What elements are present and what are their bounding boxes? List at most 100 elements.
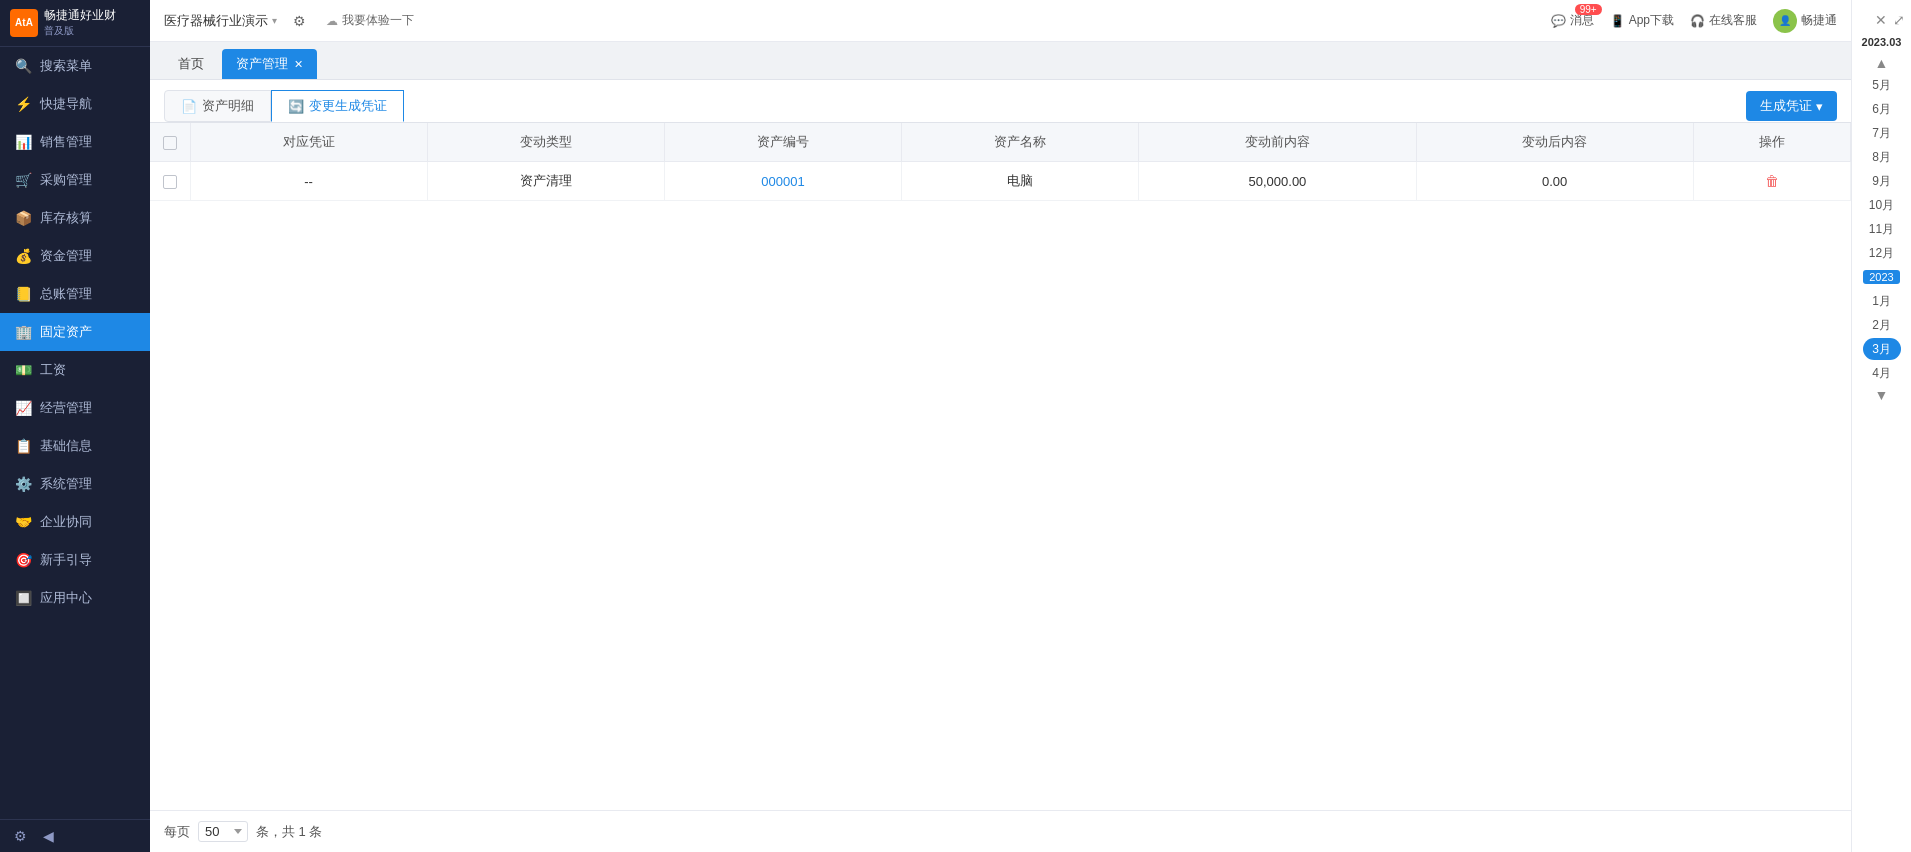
capital-icon: 💰 — [14, 248, 32, 264]
collapse-icon[interactable]: ◀ — [43, 828, 54, 844]
sidebar-item-capital[interactable]: 💰 资金管理 — [0, 237, 150, 275]
document-icon: 📄 — [181, 99, 197, 114]
inner-tab-asset-detail[interactable]: 📄 资产明细 — [164, 90, 271, 122]
month-item[interactable]: 6月 — [1863, 98, 1901, 120]
settings-gear-icon[interactable]: ⚙ — [293, 13, 306, 29]
experience-btn[interactable]: ☁ 我要体验一下 — [326, 12, 414, 29]
sidebar-item-label: 资金管理 — [40, 247, 92, 265]
sidebar-item-label: 固定资产 — [40, 323, 92, 341]
ledger-icon: 📒 — [14, 286, 32, 302]
sidebar-nav: 🔍搜索菜单⚡快捷导航 📊 销售管理 🛒 采购管理 📦库存核算 💰 资金管理 📒 总账管理 🏢固定资产… — [0, 47, 150, 819]
inner-tab-asset-detail-label: 资产明细 — [202, 97, 254, 115]
per-page-select[interactable]: 10 20 50 100 — [198, 821, 248, 842]
main-area: 医疗器械行业演示 ▾ ⚙ ☁ 我要体验一下 💬 消息 99+ 📱 App下载 🎧… — [150, 0, 1851, 852]
sidebar-logo: AtA 畅捷通好业财 普及版 — [0, 0, 150, 47]
sidebar-item-label: 工资 — [40, 361, 66, 379]
sidebar-item-ledger[interactable]: 📒 总账管理 — [0, 275, 150, 313]
month-item[interactable]: 10月 — [1863, 194, 1901, 216]
messages-badge: 99+ — [1575, 4, 1602, 15]
sidebar-item-payroll[interactable]: 💵工资 — [0, 351, 150, 389]
tab-close-icon[interactable]: ✕ — [294, 58, 303, 71]
quick-nav-icon: ⚡ — [14, 96, 32, 112]
sidebar-item-label: 总账管理 — [40, 285, 92, 303]
month-item[interactable]: 3月 — [1863, 338, 1901, 360]
sidebar-item-label: 经营管理 — [40, 399, 92, 417]
cloud-icon: ☁ — [326, 14, 338, 28]
sales-icon: 📊 — [14, 134, 32, 150]
data-table-container: 对应凭证 变动类型 资产编号 资产名称 变动前内容 变动后内容 操作 -- 资产… — [150, 123, 1851, 810]
sidebar-item-enterprise[interactable]: 🤝企业协同 — [0, 503, 150, 541]
close-icon[interactable]: ✕ — [1875, 12, 1887, 28]
tab-home[interactable]: 首页 — [164, 49, 218, 79]
user-avatar-area[interactable]: 👤 畅捷通 — [1773, 9, 1837, 33]
th-after-change: 变动后内容 — [1416, 123, 1693, 162]
purchase-icon: 🛒 — [14, 172, 32, 188]
sidebar-item-guide[interactable]: 🎯新手引导 — [0, 541, 150, 579]
system-icon: ⚙️ — [14, 476, 32, 492]
month-item[interactable]: 4月 — [1863, 362, 1901, 384]
content-area: 📄 资产明细 🔄 变更生成凭证 生成凭证 ▾ 对应凭证 — [150, 80, 1851, 852]
app-download-btn[interactable]: 📱 App下载 — [1610, 12, 1674, 29]
data-table: 对应凭证 变动类型 资产编号 资产名称 变动前内容 变动后内容 操作 -- 资产… — [150, 123, 1851, 201]
generate-voucher-button[interactable]: 生成凭证 ▾ — [1746, 91, 1837, 121]
total-label: 条，共 1 条 — [256, 823, 322, 841]
settings-icon[interactable]: ⚙ — [14, 828, 27, 844]
customer-service-label: 在线客服 — [1709, 12, 1757, 29]
inner-tabs-bar: 📄 资产明细 🔄 变更生成凭证 生成凭证 ▾ — [150, 80, 1851, 123]
th-before-change: 变动前内容 — [1139, 123, 1416, 162]
company-name: 医疗器械行业演示 — [164, 12, 268, 30]
sidebar-item-search[interactable]: 🔍搜索菜单 — [0, 47, 150, 85]
month-item[interactable]: 11月 — [1863, 218, 1901, 240]
sidebar-item-sales[interactable]: 📊 销售管理 — [0, 123, 150, 161]
month-item[interactable]: 8月 — [1863, 146, 1901, 168]
sidebar-item-operations[interactable]: 📈经营管理 — [0, 389, 150, 427]
sidebar-item-fixed-assets[interactable]: 🏢固定资产 — [0, 313, 150, 351]
month-list: 5月6月7月8月9月10月11月12月 2023 1月2月3月4月 — [1852, 74, 1911, 384]
table-footer: 每页 10 20 50 100 条，共 1 条 — [150, 810, 1851, 852]
select-all-checkbox[interactable] — [163, 136, 177, 150]
month-item[interactable]: 2月 — [1863, 314, 1901, 336]
customer-service-btn[interactable]: 🎧 在线客服 — [1690, 12, 1757, 29]
row-after-change: 0.00 — [1416, 162, 1693, 201]
apps-icon: 🔲 — [14, 590, 32, 606]
current-period-label: 2023.03 — [1862, 36, 1902, 48]
sidebar-item-label: 采购管理 — [40, 171, 92, 189]
scroll-down-arrow[interactable]: ▼ — [1871, 384, 1893, 406]
month-item[interactable]: 1月 — [1863, 290, 1901, 312]
sidebar-item-apps[interactable]: 🔲应用中心 — [0, 579, 150, 617]
inner-tab-change-voucher-label: 变更生成凭证 — [309, 97, 387, 115]
inventory-icon: 📦 — [14, 210, 32, 226]
sidebar-item-quick-nav[interactable]: ⚡快捷导航 — [0, 85, 150, 123]
headset-icon: 🎧 — [1690, 14, 1705, 28]
tab-asset-mgmt-label: 资产管理 — [236, 55, 288, 73]
month-item[interactable]: 9月 — [1863, 170, 1901, 192]
tab-asset-mgmt[interactable]: 资产管理 ✕ — [222, 49, 317, 79]
sidebar-item-inventory[interactable]: 📦库存核算 — [0, 199, 150, 237]
scroll-up-arrow[interactable]: ▲ — [1871, 52, 1893, 74]
row-checkbox-cell — [150, 162, 190, 201]
th-change-type: 变动类型 — [427, 123, 664, 162]
row-before-change: 50,000.00 — [1139, 162, 1416, 201]
row-asset-code: 000001 — [664, 162, 901, 201]
th-voucher: 对应凭证 — [190, 123, 427, 162]
sidebar-item-label: 系统管理 — [40, 475, 92, 493]
month-item[interactable]: 5月 — [1863, 74, 1901, 96]
expand-icon[interactable]: ⤢ — [1893, 12, 1905, 28]
messages-btn[interactable]: 💬 消息 99+ — [1551, 12, 1594, 29]
row-action: 🗑 — [1693, 162, 1850, 201]
sidebar-item-basic-info[interactable]: 📋基础信息 — [0, 427, 150, 465]
company-selector[interactable]: 医疗器械行业演示 ▾ — [164, 12, 277, 30]
experience-label: 我要体验一下 — [342, 12, 414, 29]
right-panel-controls: ✕ ⤢ — [1852, 8, 1911, 32]
guide-icon: 🎯 — [14, 552, 32, 568]
sidebar-item-system[interactable]: ⚙️ 系统管理 — [0, 465, 150, 503]
row-checkbox[interactable] — [163, 175, 177, 189]
month-item[interactable]: 12月 — [1863, 242, 1901, 264]
delete-row-icon[interactable]: 🗑 — [1765, 173, 1779, 189]
year-badge[interactable]: 2023 — [1863, 270, 1899, 284]
month-item[interactable]: 7月 — [1863, 122, 1901, 144]
sidebar-item-label: 销售管理 — [40, 133, 92, 151]
sidebar-item-purchase[interactable]: 🛒 采购管理 — [0, 161, 150, 199]
inner-tab-change-voucher[interactable]: 🔄 变更生成凭证 — [271, 90, 404, 122]
row-change-type: 资产清理 — [427, 162, 664, 201]
